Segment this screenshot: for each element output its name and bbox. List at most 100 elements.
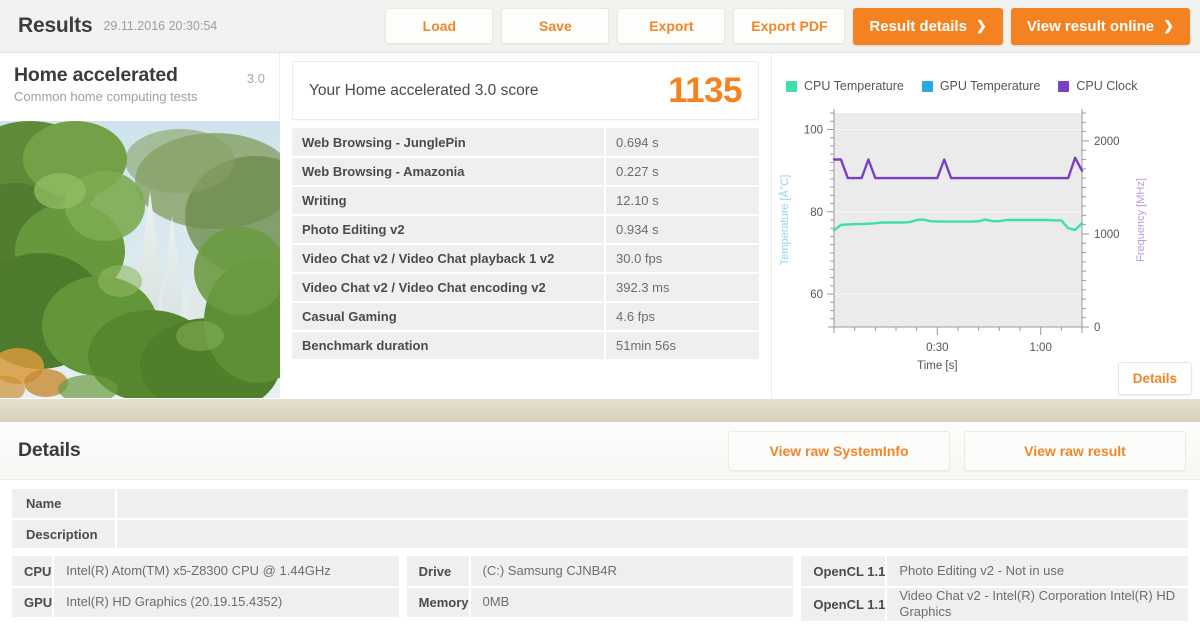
table-row: Video Chat v2 / Video Chat encoding v2 39…: [292, 273, 759, 303]
svg-text:0: 0: [1094, 322, 1100, 334]
top-toolbar: Results 29.11.2016 20:30:54 Load Save Ex…: [0, 0, 1200, 53]
benchmark-texts: Home accelerated Common home computing t…: [14, 64, 247, 104]
save-button[interactable]: Save: [501, 8, 610, 44]
score-summary: Your Home accelerated 3.0 score 1135: [292, 61, 759, 120]
legend-label: GPU Temperature: [939, 79, 1041, 93]
legend-swatch-icon: [921, 80, 933, 92]
table-row: OpenCL 1.1 Photo Editing v2 - Not in use: [801, 556, 1189, 588]
result-value: 0.694 s: [604, 128, 759, 158]
name-label: Name: [12, 489, 116, 520]
hardware-key: CPU: [12, 556, 54, 588]
svg-text:1000: 1000: [1094, 229, 1120, 241]
chart-details-button[interactable]: Details: [1117, 362, 1192, 395]
legend-label: CPU Clock: [1076, 79, 1138, 93]
hardware-value: Photo Editing v2 - Not in use: [885, 556, 1189, 588]
hardware-info-grid: CPU Intel(R) Atom(TM) x5-Z8300 CPU @ 1.44…: [12, 556, 1189, 623]
view-raw-systeminfo-button[interactable]: View raw SystemInfo: [728, 430, 950, 471]
result-name: Photo Editing v2: [292, 215, 605, 245]
result-details-label: Result details: [869, 17, 967, 35]
monitoring-line-chart: 60 80 100 Temperature [Å°C] 0 1000 2000 Frequen…: [778, 109, 1147, 372]
name-value[interactable]: [115, 489, 1188, 520]
result-name: Web Browsing - JunglePin: [292, 128, 605, 158]
svg-text:1:00: 1:00: [1029, 342, 1051, 354]
table-row: Benchmark duration 51min 56s: [292, 331, 759, 361]
hardware-value: 0MB: [468, 587, 794, 619]
section-divider: [0, 399, 1200, 422]
view-raw-result-button[interactable]: View raw result: [964, 430, 1186, 471]
benchmark-name: Home accelerated: [14, 64, 178, 86]
svg-text:60: 60: [810, 289, 823, 301]
result-details-button[interactable]: Result details ❯: [853, 7, 1003, 45]
svg-text:2000: 2000: [1094, 136, 1120, 148]
result-timestamp: 29.11.2016 20:30:54: [103, 19, 218, 33]
details-section: Details View raw SystemInfo View raw res…: [0, 422, 1200, 641]
table-row: Casual Gaming 4.6 fps: [292, 302, 759, 332]
chevron-right-icon: ❯: [975, 18, 987, 33]
monitoring-chart-card: CPU Temperature GPU Temperature CPU Cloc…: [772, 53, 1200, 399]
table-row: Video Chat v2 / Video Chat playback 1 v2…: [292, 244, 759, 274]
page-title: Results: [18, 14, 93, 37]
toolbar-actions: Load Save Export Export PDF Result detai…: [385, 7, 1200, 45]
hardware-value: (C:) Samsung CJNB4R: [468, 556, 794, 588]
legend-label: CPU Temperature: [804, 79, 904, 93]
description-value[interactable]: [115, 519, 1188, 550]
benchmark-subtitle: Common home computing tests: [14, 89, 198, 104]
pcmark-results-window: Results 29.11.2016 20:30:54 Load Save Ex…: [0, 0, 1200, 641]
table-row: Photo Editing v2 0.934 s: [292, 215, 759, 245]
result-value: 0.934 s: [604, 215, 759, 245]
benchmark-card: Home accelerated Common home computing t…: [0, 53, 280, 399]
details-actions: View raw SystemInfo View raw result: [728, 430, 1186, 471]
waterfall-jungle-image: [0, 121, 280, 398]
name-description-table: Name Description: [12, 489, 1188, 550]
result-value: 51min 56s: [604, 331, 759, 361]
hardware-key: OpenCL 1.1: [801, 587, 887, 623]
export-button[interactable]: Export: [617, 8, 726, 44]
result-name: Web Browsing - Amazonia: [292, 157, 605, 187]
legend-item-gpu-temperature: GPU Temperature: [921, 79, 1041, 93]
result-name: Casual Gaming: [292, 302, 605, 332]
hardware-value: Intel(R) Atom(TM) x5-Z8300 CPU @ 1.44GHz: [52, 556, 399, 588]
legend-item-cpu-clock: CPU Clock: [1058, 79, 1137, 93]
hardware-key: OpenCL 1.1: [801, 556, 887, 588]
benchmark-results-table: Web Browsing - JunglePin 0.694 s Web Brows…: [292, 128, 759, 361]
hardware-value: Video Chat v2 - Intel(R) Corporation Int…: [885, 587, 1189, 623]
svg-text:Temperature [Å°C]: Temperature [Å°C]: [778, 175, 791, 266]
view-result-online-label: View result online: [1026, 17, 1155, 35]
hardware-key: GPU: [12, 587, 54, 619]
table-row: OpenCL 1.1 Video Chat v2 - Intel(R) Corpo…: [801, 587, 1189, 623]
legend-swatch-icon: [786, 80, 797, 92]
view-result-online-button[interactable]: View result online ❯: [1010, 7, 1190, 45]
table-row: Web Browsing - Amazonia 0.227 s: [292, 157, 759, 187]
svg-text:Time [s]: Time [s]: [917, 360, 957, 372]
hardware-column-2: Drive (C:) Samsung CJNB4R Memory 0MB: [406, 556, 794, 623]
result-name: Video Chat v2 / Video Chat playback 1 v2: [292, 244, 605, 274]
chart-legend: CPU Temperature GPU Temperature CPU Cloc…: [772, 53, 1200, 93]
benchmark-version: 3.0: [246, 71, 265, 86]
benchmark-photo: [0, 121, 280, 398]
chart-plot-area: 60 80 100 Temperature [Å°C] 0 1000 2000 Frequen…: [772, 105, 1200, 397]
result-value: 12.10 s: [604, 186, 759, 216]
result-name: Video Chat v2 / Video Chat encoding v2: [292, 273, 605, 303]
chevron-right-icon: ❯: [1163, 18, 1174, 33]
description-label: Description: [12, 519, 116, 550]
result-name: Benchmark duration: [292, 331, 605, 361]
upper-content: Home accelerated Common home computing t…: [0, 53, 1200, 399]
legend-item-cpu-temperature: CPU Temperature: [786, 79, 904, 93]
table-row: Drive (C:) Samsung CJNB4R: [406, 556, 794, 588]
table-row: Web Browsing - JunglePin 0.694 s: [292, 128, 759, 158]
svg-text:0:30: 0:30: [926, 342, 948, 354]
table-row: CPU Intel(R) Atom(TM) x5-Z8300 CPU @ 1.44…: [12, 556, 399, 588]
benchmark-header: Home accelerated Common home computing t…: [0, 53, 279, 114]
svg-text:Frequency [MHz]: Frequency [MHz]: [1135, 178, 1147, 262]
hardware-column-1: CPU Intel(R) Atom(TM) x5-Z8300 CPU @ 1.44…: [12, 556, 399, 623]
table-row: Description: [12, 519, 1188, 550]
svg-text:100: 100: [804, 124, 823, 136]
export-pdf-button[interactable]: Export PDF: [733, 8, 846, 44]
load-button[interactable]: Load: [385, 8, 494, 44]
score-label: Your Home accelerated 3.0 score: [309, 81, 539, 99]
result-name: Writing: [292, 186, 605, 216]
hardware-value: Intel(R) HD Graphics (20.19.15.4352): [52, 587, 399, 619]
legend-swatch-icon: [1058, 80, 1070, 92]
table-row: GPU Intel(R) HD Graphics (20.19.15.4352): [12, 587, 399, 619]
details-header: Details View raw SystemInfo View raw res…: [0, 422, 1200, 480]
